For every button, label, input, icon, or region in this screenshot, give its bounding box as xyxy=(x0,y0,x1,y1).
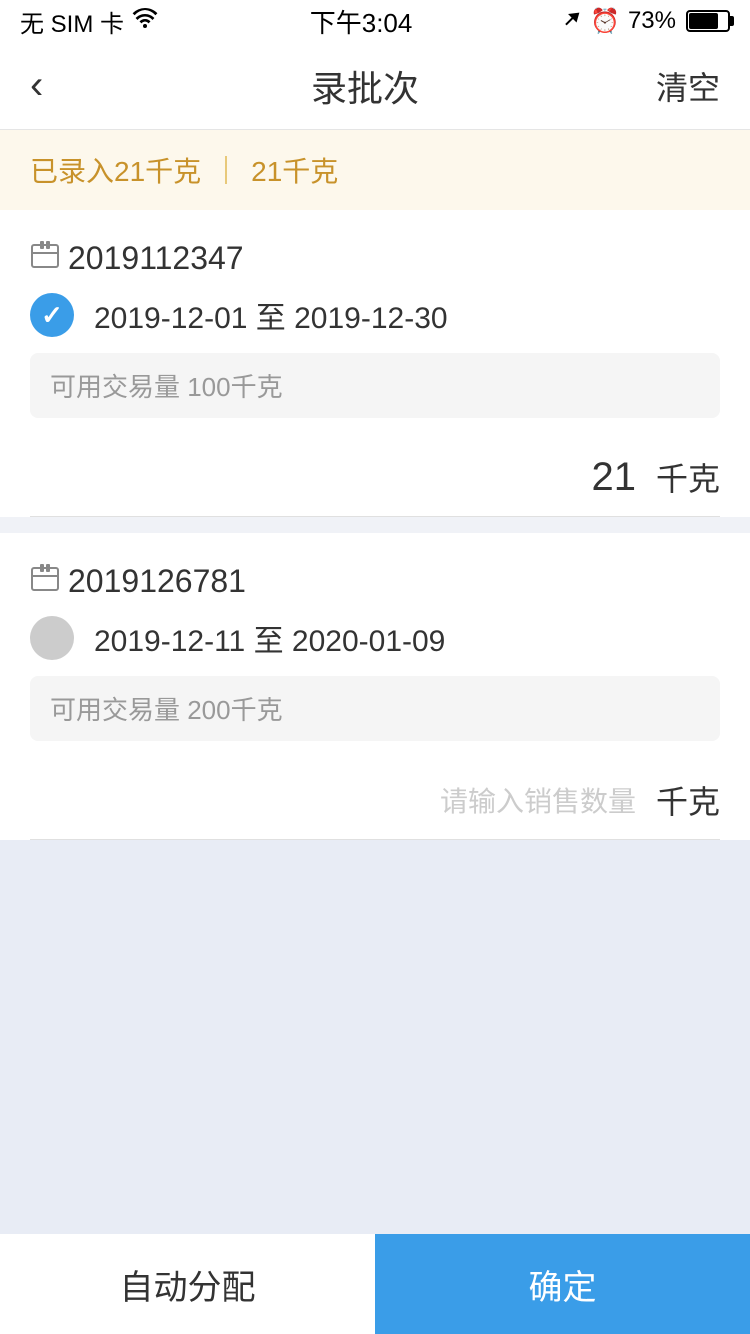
batch2-card: 2019126781 2019-12-11 至 2020-01-09 可用交易量… xyxy=(0,533,750,840)
clear-button[interactable]: 清空 xyxy=(640,63,720,109)
status-bar: 无 SIM 卡 下午3:04 ⏰ 73% xyxy=(0,0,750,42)
batch1-date-range: 2019-12-01 至 2019-12-30 xyxy=(94,293,448,337)
batch1-card: 2019112347 ✓ 2019-12-01 至 2019-12-30 可用交… xyxy=(0,210,750,517)
battery-icon xyxy=(686,10,730,32)
batch1-quantity-row: 千克 xyxy=(30,438,720,516)
nav-bar: ‹ 录批次 清空 xyxy=(0,42,750,130)
batch1-quantity-input[interactable] xyxy=(516,455,636,500)
bottom-bar: 自动分配 确定 xyxy=(0,1234,750,1334)
batch1-row[interactable]: ✓ 2019-12-01 至 2019-12-30 xyxy=(30,293,720,337)
sim-text: 无 SIM 卡 xyxy=(20,4,124,39)
batch1-available: 可用交易量 100千克 xyxy=(30,353,720,418)
status-bar-right: ⏰ 73% xyxy=(564,7,730,36)
section-divider1 xyxy=(0,517,750,533)
summary-value: 21千克 xyxy=(251,150,338,190)
summary-divider xyxy=(225,156,227,184)
auto-distribute-button[interactable]: 自动分配 xyxy=(0,1234,375,1334)
wifi-icon xyxy=(132,7,158,35)
batch2-date-range: 2019-12-11 至 2020-01-09 xyxy=(94,616,445,660)
alarm-icon: ⏰ xyxy=(590,7,620,36)
batch2-row[interactable]: 2019-12-11 至 2020-01-09 xyxy=(30,616,720,660)
confirm-button[interactable]: 确定 xyxy=(375,1234,750,1334)
batch1-icon xyxy=(30,241,60,277)
batch1-header: 2019112347 xyxy=(30,240,720,277)
batch2-quantity-row: 请输入销售数量 千克 xyxy=(30,761,720,839)
batch2-unit: 千克 xyxy=(656,777,720,823)
batch2-available: 可用交易量 200千克 xyxy=(30,676,720,741)
check-mark1: ✓ xyxy=(41,300,63,331)
page-title: 录批次 xyxy=(311,60,419,112)
location-icon xyxy=(564,7,582,35)
battery-percent: 73% xyxy=(628,7,676,35)
batch1-unit: 千克 xyxy=(656,454,720,500)
status-bar-time: 下午3:04 xyxy=(310,3,413,40)
summary-label: 已录入21千克 xyxy=(30,150,201,190)
back-button[interactable]: ‹ xyxy=(30,63,90,108)
batch2-header: 2019126781 xyxy=(30,563,720,600)
batch2-id: 2019126781 xyxy=(68,563,246,600)
empty-area xyxy=(0,840,750,1300)
batch2-quantity-placeholder: 请输入销售数量 xyxy=(440,780,636,820)
batch2-icon xyxy=(30,564,60,600)
batch1-id: 2019112347 xyxy=(68,240,244,277)
status-bar-left: 无 SIM 卡 xyxy=(20,4,158,39)
batch2-checkbox[interactable] xyxy=(30,616,74,660)
batch1-checkbox[interactable]: ✓ xyxy=(30,293,74,337)
summary-banner: 已录入21千克 21千克 xyxy=(0,130,750,210)
